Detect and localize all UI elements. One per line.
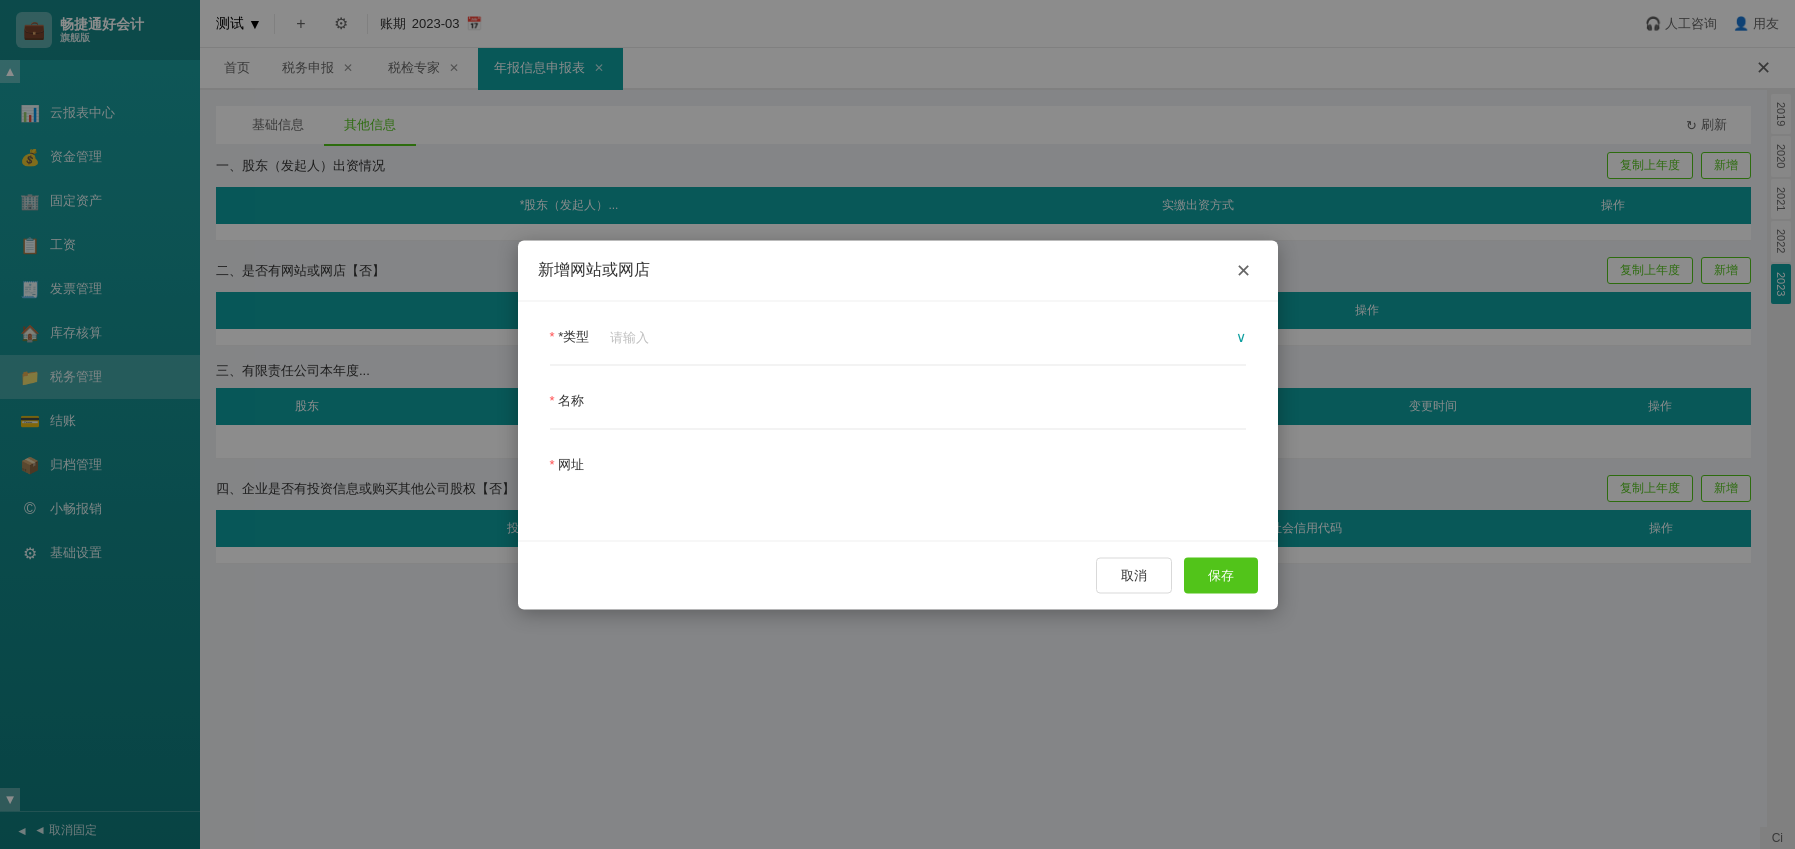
modal-close-button[interactable]: ✕: [1230, 256, 1258, 284]
modal-header: 新增网站或网店 ✕: [518, 240, 1278, 301]
type-required-mark: *: [550, 329, 555, 344]
name-input[interactable]: [610, 389, 1246, 412]
type-input[interactable]: [610, 325, 1246, 348]
url-form-item: * 网址: [550, 453, 1246, 492]
name-form-item: * 名称: [550, 389, 1246, 429]
url-input-wrapper: [610, 453, 1246, 476]
name-required-mark: *: [550, 393, 555, 408]
url-required-mark: *: [550, 457, 555, 472]
type-label: * *类型: [550, 328, 610, 346]
url-input[interactable]: [610, 453, 1246, 476]
modal-footer: 取消 保存: [518, 540, 1278, 609]
add-website-modal: 新增网站或网店 ✕ * *类型 ∨ * 名称: [518, 240, 1278, 609]
type-form-item: * *类型 ∨: [550, 325, 1246, 365]
save-button[interactable]: 保存: [1184, 557, 1258, 593]
name-input-wrapper: [610, 389, 1246, 412]
name-label: * 名称: [550, 392, 610, 410]
type-dropdown-arrow[interactable]: ∨: [1236, 329, 1246, 345]
type-input-wrapper: ∨: [610, 325, 1246, 348]
modal-title: 新增网站或网店: [538, 260, 650, 281]
modal-body: * *类型 ∨ * 名称 * 网址: [518, 301, 1278, 540]
cancel-button[interactable]: 取消: [1096, 557, 1172, 593]
url-label: * 网址: [550, 456, 610, 474]
